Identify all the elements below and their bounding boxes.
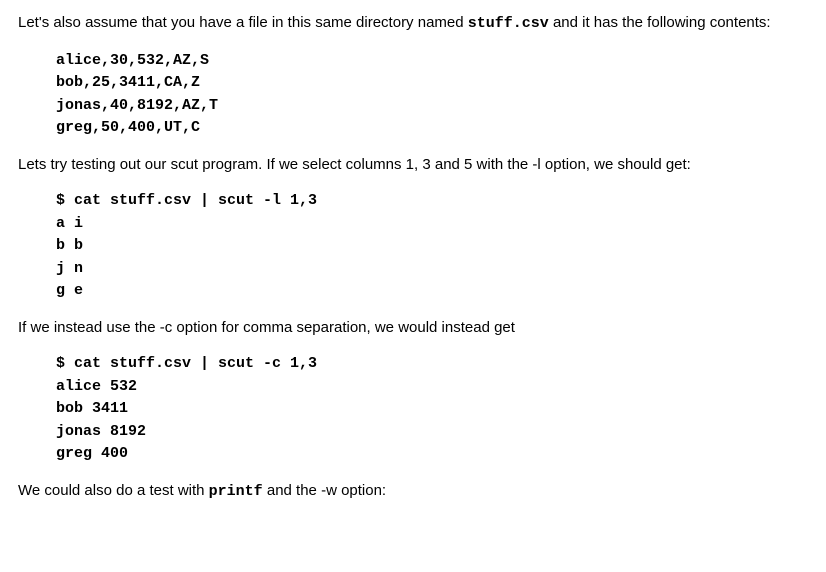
text-run: Let's also assume that you have a file i… [18,14,468,31]
printf-code: printf [209,483,263,500]
paragraph-printf: We could also do a test with printf and … [18,480,804,504]
text-run: We could also do a test with [18,482,209,499]
paragraph-intro: Let's also assume that you have a file i… [18,12,804,36]
filename-code: stuff.csv [468,15,549,32]
code-block-scut-l: $ cat stuff.csv | scut -l 1,3 a i b b j … [56,190,804,303]
text-run: and the -w option: [263,482,386,499]
code-block-csv-contents: alice,30,532,AZ,S bob,25,3411,CA,Z jonas… [56,50,804,140]
text-run: and it has the following contents: [549,14,771,31]
code-block-scut-c: $ cat stuff.csv | scut -c 1,3 alice 532 … [56,353,804,466]
paragraph-test-c: If we instead use the -c option for comm… [18,317,804,340]
paragraph-test-l: Lets try testing out our scut program. I… [18,154,804,177]
